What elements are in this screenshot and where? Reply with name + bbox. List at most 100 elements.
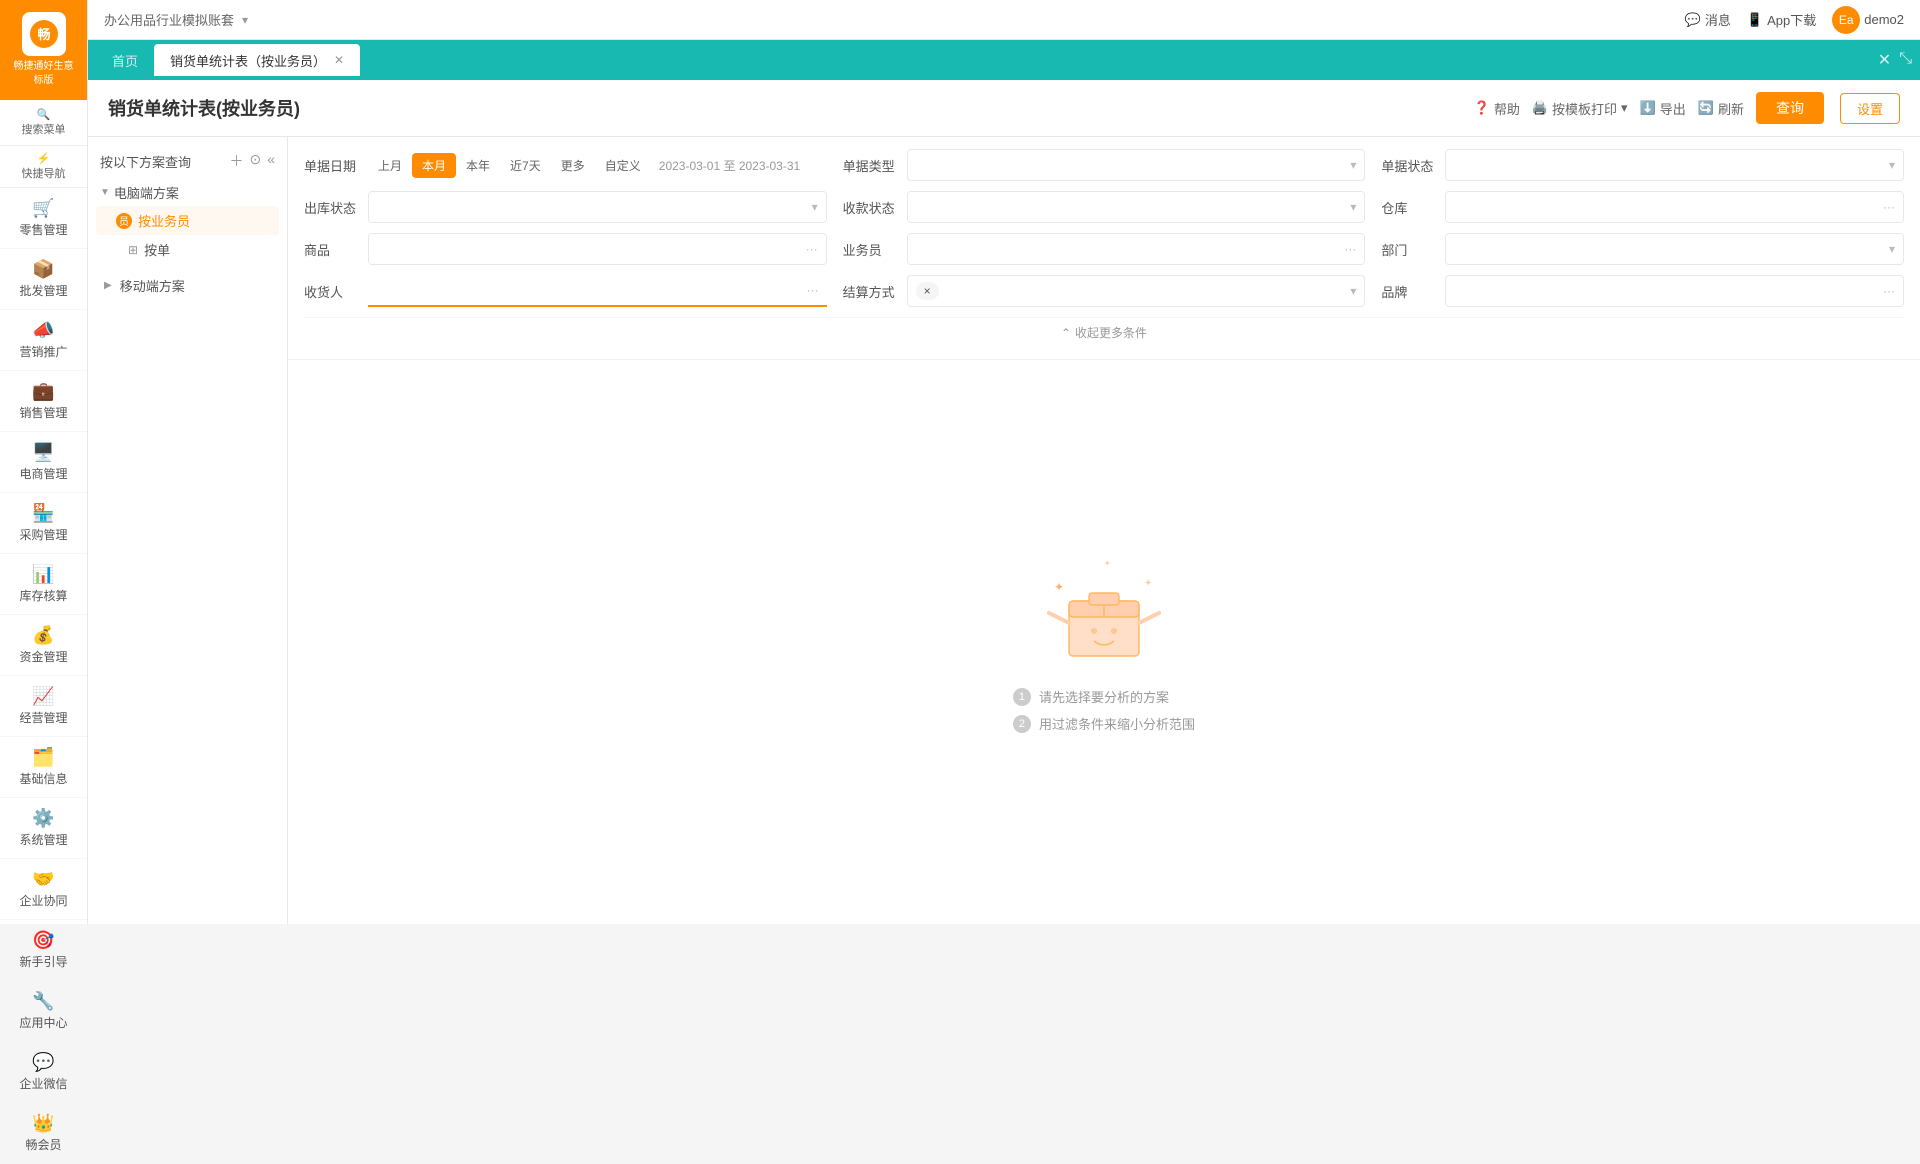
sidebar-item-enterprise[interactable]: 🤝 企业协同 <box>0 859 87 920</box>
topbar-right: 💬 消息 📱 App下载 Ea demo2 <box>1685 6 1904 34</box>
mobile-scheme-label: 移动端方案 <box>120 276 185 295</box>
add-scheme-btn[interactable]: ＋ <box>229 151 243 171</box>
sidebar-item-purchase[interactable]: 🏪 采购管理 <box>0 493 87 554</box>
date-tab-more[interactable]: 更多 <box>551 153 595 178</box>
right-panel: 单据日期 上月 本月 本年 近7天 更多 自定义 20 <box>288 137 1920 924</box>
sidebar-item-apps[interactable]: 🔧 应用中心 <box>0 981 87 1042</box>
filter-row-3: 商品 ··· 业务员 ··· 部门 <box>304 233 1904 265</box>
sidebar-item-inventory[interactable]: 📊 库存核算 <box>0 554 87 615</box>
page-actions: ❓ 帮助 🖨️ 按模板打印 ▾ ⬇️ 导出 🔄 刷新 查询 设置 <box>1474 92 1900 136</box>
collapse-panel-btn[interactable]: « <box>267 151 275 171</box>
user-menu[interactable]: Ea demo2 <box>1832 6 1904 34</box>
order-scheme-label: 按单 <box>144 240 170 259</box>
sidebar-item-wechat[interactable]: 💬 企业微信 <box>0 1042 87 1103</box>
step-2-num: 2 <box>1013 715 1031 733</box>
filter-doc-type: 单据类型 ▾ <box>843 149 1366 181</box>
scheme-group-desktop-header[interactable]: ▼ 电脑端方案 <box>96 179 279 206</box>
edit-scheme-btn[interactable]: ⊙ <box>249 151 261 171</box>
date-tab-last-month[interactable]: 上月 <box>368 153 412 178</box>
empty-step-2: 2 用过滤条件来缩小分析范围 <box>1013 714 1195 733</box>
left-panel-title: 按以下方案查询 <box>100 152 191 171</box>
doc-status-control[interactable]: ▾ <box>1445 149 1904 181</box>
staff-scheme-icon: 员 <box>116 213 132 229</box>
sidebar-item-marketing[interactable]: 📣 营销推广 <box>0 310 87 371</box>
goods-dots: ··· <box>806 242 818 256</box>
payment-status-control[interactable]: ▾ <box>907 191 1366 223</box>
sidebar-search[interactable]: 🔍 搜索菜单 <box>0 100 87 146</box>
sidebar-item-sales[interactable]: 💼 销售管理 <box>0 371 87 432</box>
apps-label: 应用中心 <box>19 1014 67 1031</box>
sidebar-item-member[interactable]: 👑 畅会员 <box>0 1103 87 1164</box>
help-btn[interactable]: ❓ 帮助 <box>1474 99 1520 118</box>
sidebar-item-basic[interactable]: 🗂️ 基础信息 <box>0 737 87 798</box>
sidebar-logo[interactable]: 畅 畅捷通好生意 标版 <box>0 0 87 100</box>
doc-status-label: 单据状态 <box>1381 156 1437 175</box>
filter-salesperson: 业务员 ··· <box>843 233 1366 265</box>
scheme-item-by-staff[interactable]: 员 按业务员 <box>96 206 279 235</box>
message-btn[interactable]: 💬 消息 <box>1685 10 1731 29</box>
sidebar: 畅 畅捷通好生意 标版 🔍 搜索菜单 ⚡ 快捷导航 🛒 零售管理 📦 批发管理 … <box>0 0 88 924</box>
finance-label: 资金管理 <box>19 648 67 665</box>
tab-home[interactable]: 首页 <box>96 44 154 76</box>
filter-warehouse: 仓库 ··· <box>1381 191 1904 223</box>
basic-icon: 🗂️ <box>32 747 54 768</box>
scheme-group-mobile[interactable]: ▶ 移动端方案 <box>88 272 287 299</box>
brand-control[interactable]: ··· <box>1445 275 1904 307</box>
settlement-control[interactable]: × ▾ <box>907 275 1366 307</box>
left-panel-header: 按以下方案查询 ＋ ⊙ « <box>88 147 287 179</box>
sidebar-item-system[interactable]: ⚙️ 系统管理 <box>0 798 87 859</box>
tabbar: 首页 销货单统计表（按业务员） ✕ ✕ ⤡ <box>88 40 1920 80</box>
date-tab-this-month[interactable]: 本月 <box>412 153 456 178</box>
sidebar-item-wholesale[interactable]: 📦 批发管理 <box>0 249 87 310</box>
sidebar-quick-nav[interactable]: ⚡ 快捷导航 <box>0 146 87 188</box>
expand-icon[interactable]: ⤡ <box>1899 50 1912 70</box>
date-tab-custom[interactable]: 自定义 <box>595 153 651 178</box>
app-download-btn[interactable]: 📱 App下载 <box>1747 10 1816 29</box>
tab-close-btn[interactable]: ✕ <box>334 54 344 66</box>
out-status-control[interactable]: ▾ <box>368 191 827 223</box>
sidebar-item-retail[interactable]: 🛒 零售管理 <box>0 188 87 249</box>
sales-label: 销售管理 <box>19 404 67 421</box>
dept-label: 部门 <box>1381 240 1437 259</box>
export-btn[interactable]: ⬇️ 导出 <box>1640 99 1686 118</box>
settings-btn[interactable]: 设置 <box>1840 93 1900 124</box>
salesperson-control[interactable]: ··· <box>907 233 1366 265</box>
sidebar-item-finance[interactable]: 💰 资金管理 <box>0 615 87 676</box>
date-filter-control: 上月 本月 本年 近7天 更多 自定义 2023-03-01 至 2023-03… <box>368 153 800 178</box>
sidebar-item-newbie[interactable]: 🎯 新手引导 <box>0 920 87 981</box>
sidebar-item-operations[interactable]: 📈 经营管理 <box>0 676 87 737</box>
operations-icon: 📈 <box>32 686 54 707</box>
goods-control[interactable]: ··· <box>368 233 827 265</box>
filter-row-4: 收货人 ··· 结算方式 × ▾ <box>304 275 1904 307</box>
filter-dept: 部门 ▾ <box>1381 233 1904 265</box>
consignee-control[interactable]: ··· <box>368 275 827 307</box>
filter-brand: 品牌 ··· <box>1381 275 1904 307</box>
filter-payment-status: 收款状态 ▾ <box>843 191 1366 223</box>
template-print-btn[interactable]: 🖨️ 按模板打印 ▾ <box>1532 99 1628 118</box>
scheme-group-desktop: ▼ 电脑端方案 员 按业务员 ⊞ 按单 <box>88 179 287 264</box>
tab-sales-stats[interactable]: 销货单统计表（按业务员） ✕ <box>154 44 360 76</box>
date-tab-this-year[interactable]: 本年 <box>456 153 500 178</box>
top-menu-dropdown[interactable]: ▾ <box>242 13 248 27</box>
page-title: 销货单统计表(按业务员) <box>108 95 300 133</box>
enterprise-label: 企业协同 <box>19 892 67 909</box>
settlement-tag-x[interactable]: × <box>924 284 931 298</box>
close-tab-icon[interactable]: ✕ <box>1878 50 1891 70</box>
scheme-item-by-order[interactable]: ⊞ 按单 <box>96 235 279 264</box>
retail-label: 零售管理 <box>19 221 67 238</box>
enterprise-icon: 🤝 <box>32 869 54 890</box>
doc-type-control[interactable]: ▾ <box>907 149 1366 181</box>
collapse-btn[interactable]: ⌃ 收起更多条件 <box>304 317 1904 347</box>
tab-home-label: 首页 <box>112 51 138 70</box>
date-tab-7days[interactable]: 近7天 <box>500 153 551 178</box>
sidebar-item-ecommerce[interactable]: 🖥️ 电商管理 <box>0 432 87 493</box>
query-btn[interactable]: 查询 <box>1756 92 1824 124</box>
sales-icon: 💼 <box>32 381 54 402</box>
filter-date: 单据日期 上月 本月 本年 近7天 更多 自定义 20 <box>304 153 827 178</box>
svg-text:✦: ✦ <box>1104 559 1111 568</box>
warehouse-control[interactable]: ··· <box>1445 191 1904 223</box>
doc-status-chevron: ▾ <box>1889 158 1895 172</box>
filter-row-2: 出库状态 ▾ 收款状态 ▾ 仓库 <box>304 191 1904 223</box>
refresh-btn[interactable]: 🔄 刷新 <box>1698 99 1744 118</box>
dept-control[interactable]: ▾ <box>1445 233 1904 265</box>
